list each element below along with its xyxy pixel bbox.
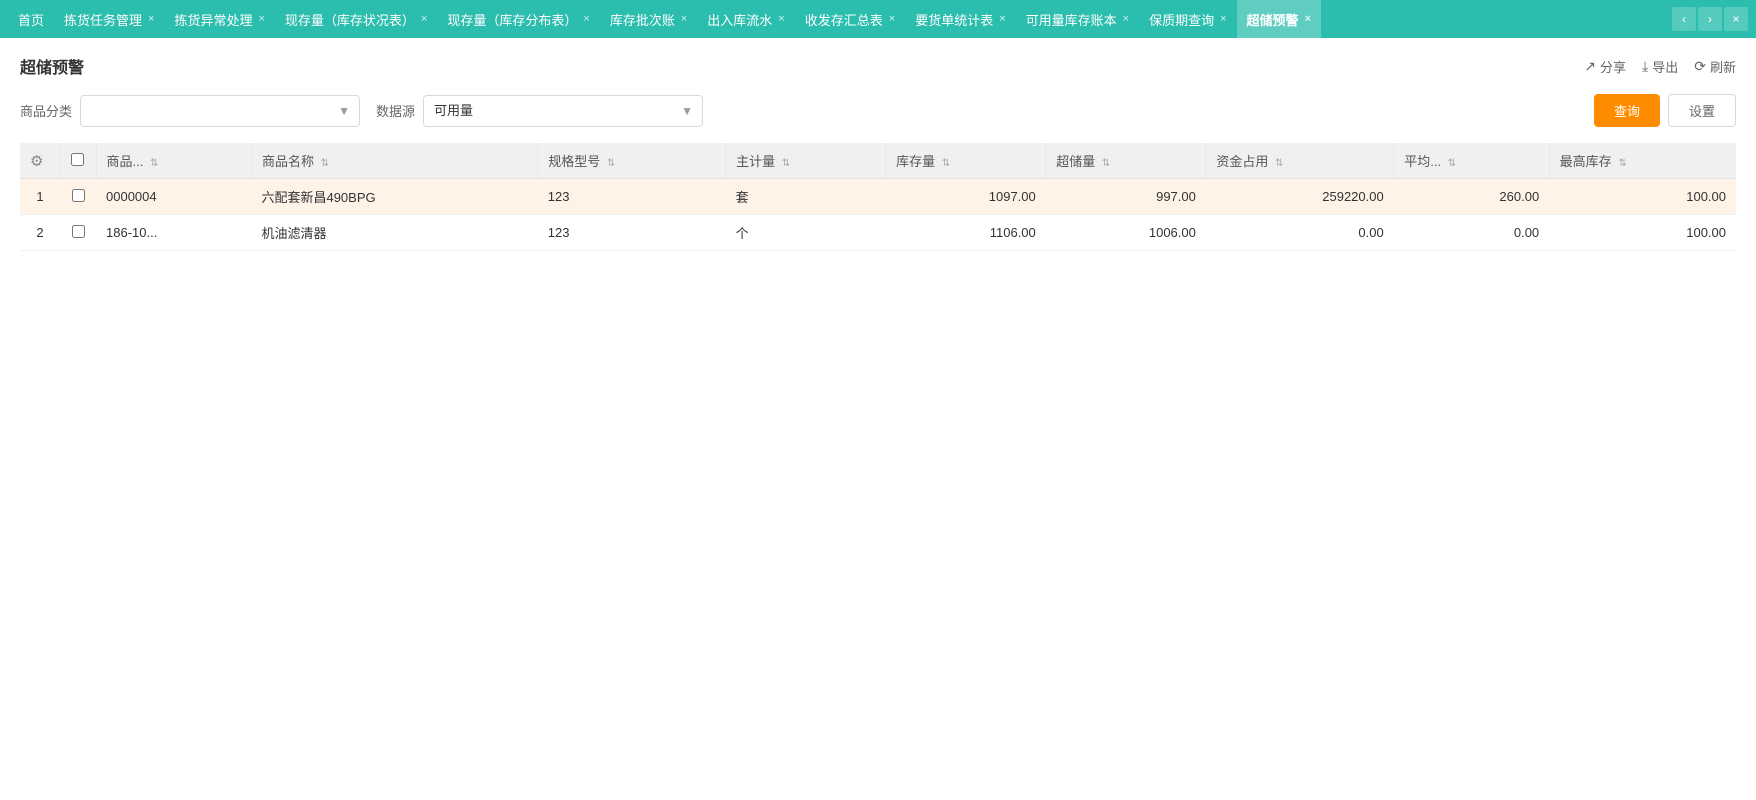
select-all-checkbox[interactable]: [71, 153, 84, 166]
settings-button[interactable]: 设置: [1668, 94, 1736, 127]
data-table: ⚙ 商品... ⇅ 商品名称 ⇅ 规格型号 ⇅ 主计量: [20, 143, 1736, 251]
nav-item-task[interactable]: 拣货任务管理 ×: [54, 0, 164, 38]
category-select[interactable]: [80, 95, 360, 127]
col-unit[interactable]: 主计量 ⇅: [726, 143, 886, 179]
col-max-stock[interactable]: 最高库存 ⇅: [1549, 143, 1736, 179]
nav-more-button[interactable]: ×: [1724, 7, 1748, 31]
nav-close-available[interactable]: ×: [1123, 13, 1129, 25]
datasource-select-wrapper: 可用量 ▼: [423, 95, 703, 127]
nav-item-summary[interactable]: 收发存汇总表 ×: [795, 0, 905, 38]
refresh-icon: ⟳: [1694, 58, 1706, 75]
col-avg[interactable]: 平均... ⇅: [1394, 143, 1549, 179]
nav-arrows: ‹ › ×: [1672, 7, 1748, 31]
datasource-select[interactable]: 可用量: [423, 95, 703, 127]
col-product-name[interactable]: 商品名称 ⇅: [251, 143, 537, 179]
cell-product-name-1: 机油滤清器: [251, 215, 537, 251]
nav-item-inout[interactable]: 出入库流水 ×: [697, 0, 794, 38]
nav-close-batch[interactable]: ×: [681, 13, 687, 25]
header-actions: ↗ 分享 ⤓ 导出 ⟳ 刷新: [1584, 57, 1736, 76]
table-header-row: ⚙ 商品... ⇅ 商品名称 ⇅ 规格型号 ⇅ 主计量: [20, 143, 1736, 179]
row-checkbox-0[interactable]: [60, 179, 96, 215]
nav-close-demand[interactable]: ×: [999, 13, 1005, 25]
row-num-1: 2: [20, 215, 60, 251]
nav-item-demand[interactable]: 要货单统计表 ×: [905, 0, 1015, 38]
sort-icon-avg: ⇅: [1448, 158, 1456, 169]
cell-capital-1: 0.00: [1206, 215, 1394, 251]
cell-product-code-0: 0000004: [96, 179, 251, 215]
top-navigation: 首页 拣货任务管理 × 拣货异常处理 × 现存量（库存状况表） × 现存量（库存…: [0, 0, 1756, 38]
cell-over-stock-0: 997.00: [1046, 179, 1206, 215]
sort-icon-spec: ⇅: [607, 158, 615, 169]
query-button[interactable]: 查询: [1594, 94, 1660, 127]
cell-spec-1: 123: [538, 215, 726, 251]
cell-spec-0: 123: [538, 179, 726, 215]
category-label: 商品分类: [20, 101, 72, 120]
nav-close-stock-dist[interactable]: ×: [583, 13, 589, 25]
filter-bar: 商品分类 ▼ 数据源 可用量 ▼ 查询 设置: [20, 94, 1736, 127]
page-header: 超储预警 ↗ 分享 ⤓ 导出 ⟳ 刷新: [20, 54, 1736, 78]
nav-close-overstock[interactable]: ×: [1305, 13, 1311, 25]
nav-close-summary[interactable]: ×: [889, 13, 895, 25]
row-checkbox-1[interactable]: [60, 215, 96, 251]
cell-max-stock-0: 100.00: [1549, 179, 1736, 215]
page-content: 超储预警 ↗ 分享 ⤓ 导出 ⟳ 刷新 商品分类 ▼: [0, 38, 1756, 800]
nav-close-task[interactable]: ×: [148, 13, 154, 25]
cell-over-stock-1: 1006.00: [1046, 215, 1206, 251]
nav-item-expiry[interactable]: 保质期查询 ×: [1139, 0, 1236, 38]
col-checkbox[interactable]: [60, 143, 96, 179]
col-stock[interactable]: 库存量 ⇅: [886, 143, 1046, 179]
datasource-label: 数据源: [376, 101, 415, 120]
nav-item-stock-dist[interactable]: 现存量（库存分布表） ×: [437, 0, 599, 38]
nav-item-home[interactable]: 首页: [8, 0, 54, 38]
datasource-filter-group: 数据源 可用量 ▼: [376, 95, 703, 127]
table-row: 1 0000004 六配套新昌490BPG 123 套 1097.00 997.…: [20, 179, 1736, 215]
cell-product-name-0: 六配套新昌490BPG: [251, 179, 537, 215]
action-buttons: 查询 设置: [1594, 94, 1736, 127]
page-title: 超储预警: [20, 54, 84, 78]
cell-stock-1: 1106.00: [886, 215, 1046, 251]
sort-icon-product-name: ⇅: [321, 158, 329, 169]
nav-item-stock-status[interactable]: 现存量（库存状况表） ×: [275, 0, 437, 38]
share-button[interactable]: ↗ 分享: [1584, 57, 1626, 76]
nav-close-expiry[interactable]: ×: [1220, 13, 1226, 25]
col-settings[interactable]: ⚙: [20, 143, 60, 179]
cell-avg-0: 260.00: [1394, 179, 1549, 215]
col-spec[interactable]: 规格型号 ⇅: [538, 143, 726, 179]
share-icon: ↗: [1584, 58, 1596, 75]
refresh-button[interactable]: ⟳ 刷新: [1694, 57, 1736, 76]
col-capital[interactable]: 资金占用 ⇅: [1206, 143, 1394, 179]
export-icon: ⤓: [1642, 58, 1648, 75]
table-row: 2 186-10... 机油滤清器 123 个 1106.00 1006.00 …: [20, 215, 1736, 251]
nav-item-exception[interactable]: 拣货异常处理 ×: [164, 0, 274, 38]
table-gear-icon[interactable]: ⚙: [30, 153, 43, 170]
col-product-code[interactable]: 商品... ⇅: [96, 143, 251, 179]
category-select-wrapper: ▼: [80, 95, 360, 127]
cell-max-stock-1: 100.00: [1549, 215, 1736, 251]
nav-close-inout[interactable]: ×: [778, 13, 784, 25]
category-filter-group: 商品分类 ▼: [20, 95, 360, 127]
cell-stock-0: 1097.00: [886, 179, 1046, 215]
nav-item-overstock[interactable]: 超储预警 ×: [1237, 0, 1321, 38]
nav-item-available[interactable]: 可用量库存账本 ×: [1016, 0, 1139, 38]
cell-unit-1: 个: [726, 215, 886, 251]
sort-icon-max-stock: ⇅: [1618, 158, 1626, 169]
nav-close-stock-status[interactable]: ×: [421, 13, 427, 25]
cell-capital-0: 259220.00: [1206, 179, 1394, 215]
nav-item-batch[interactable]: 库存批次账 ×: [600, 0, 697, 38]
cell-unit-0: 套: [726, 179, 886, 215]
nav-prev-button[interactable]: ‹: [1672, 7, 1696, 31]
export-button[interactable]: ⤓ 导出: [1642, 57, 1678, 76]
col-over-stock[interactable]: 超储量 ⇅: [1046, 143, 1206, 179]
sort-icon-stock: ⇅: [942, 158, 950, 169]
sort-icon-capital: ⇅: [1275, 158, 1283, 169]
sort-icon-product-code: ⇅: [150, 158, 158, 169]
sort-icon-unit: ⇅: [782, 158, 790, 169]
cell-product-code-1: 186-10...: [96, 215, 251, 251]
cell-avg-1: 0.00: [1394, 215, 1549, 251]
row-num-0: 1: [20, 179, 60, 215]
nav-next-button[interactable]: ›: [1698, 7, 1722, 31]
nav-close-exception[interactable]: ×: [258, 13, 264, 25]
sort-icon-over-stock: ⇅: [1102, 158, 1110, 169]
